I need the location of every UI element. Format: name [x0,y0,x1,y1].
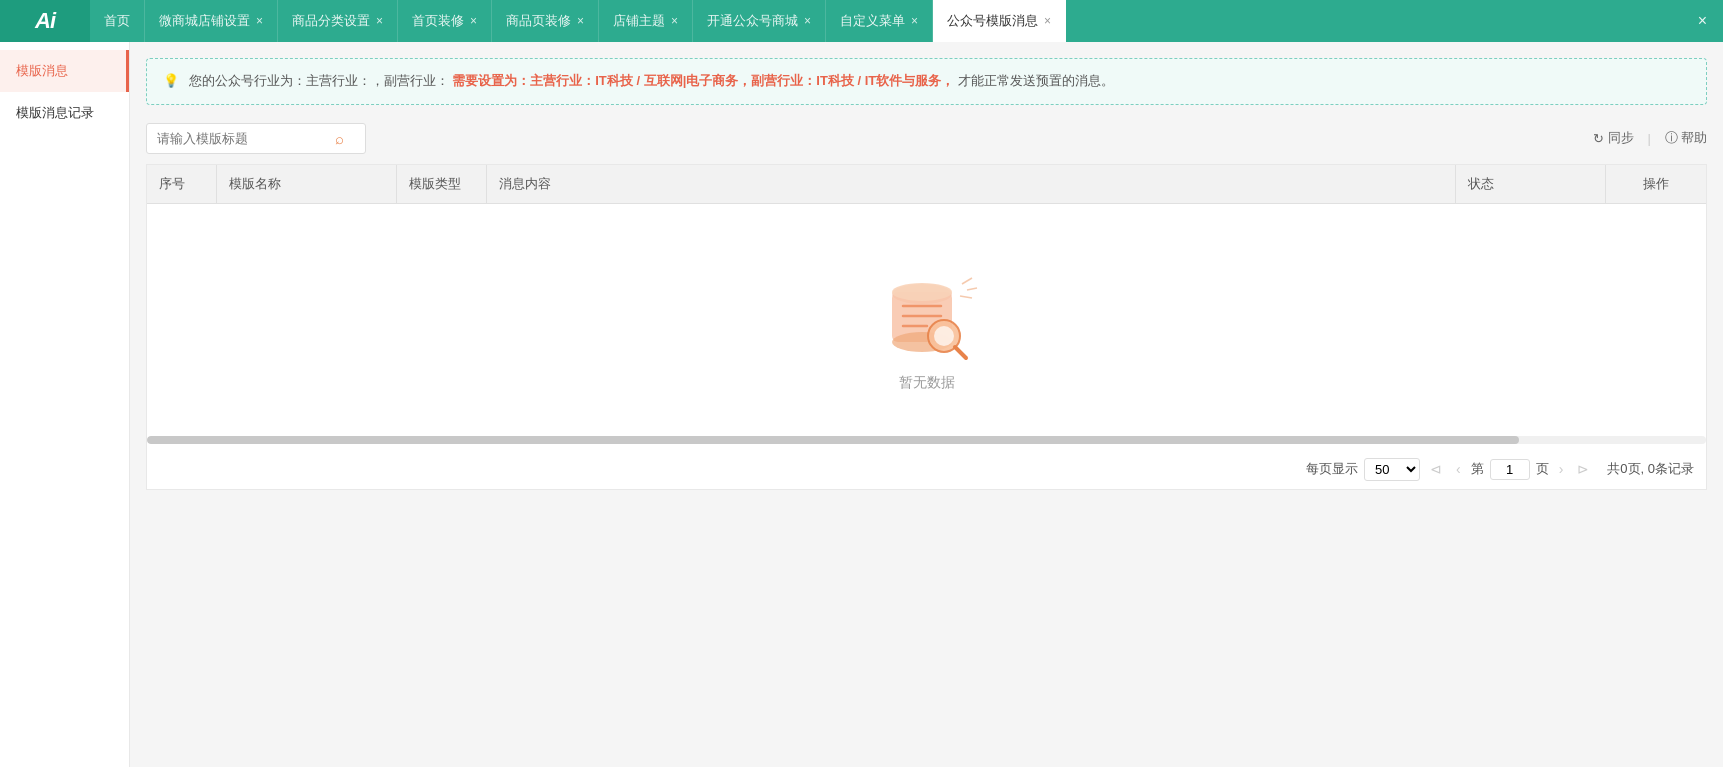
tab-close-shop-settings[interactable]: × [256,14,263,28]
tab-open-mall[interactable]: 开通公众号商城 × [693,0,826,42]
content-area: 💡 您的公众号行业为：主营行业：，副营行业： 需要设置为：主营行业：IT科技 /… [130,42,1723,767]
search-button[interactable]: ⌕ [327,124,352,153]
tab-list: 首页 微商城店铺设置 × 商品分类设置 × 首页装修 × 商品页装修 × 店铺主… [90,0,1682,42]
first-page-button[interactable]: ⊲ [1426,459,1446,479]
tab-custom-menu[interactable]: 自定义菜单 × [826,0,933,42]
th-seq: 序号 [147,165,217,203]
th-type: 模版类型 [397,165,487,203]
last-page-button[interactable]: ⊳ [1573,459,1593,479]
prev-page-button[interactable]: ‹ [1452,459,1465,479]
tab-shop-theme[interactable]: 店铺主题 × [599,0,693,42]
tab-close-home-decor[interactable]: × [470,14,477,28]
tab-close-template-msg[interactable]: × [1044,14,1051,28]
app-logo: Ai [0,0,90,42]
tab-close-product-decor[interactable]: × [577,14,584,28]
search-icon: ⌕ [335,130,344,147]
tab-shop-settings[interactable]: 微商城店铺设置 × [145,0,278,42]
data-table: 序号 模版名称 模版类型 消息内容 状态 操作 [146,164,1707,490]
tab-template-msg[interactable]: 公众号模版消息 × [933,0,1066,42]
search-bar: ⌕ ↻ 同步 | ⓘ 帮助 [146,123,1707,154]
notice-box: 💡 您的公众号行业为：主营行业：，副营行业： 需要设置为：主营行业：IT科技 /… [146,58,1707,105]
topbar-close-button[interactable]: × [1682,0,1723,42]
topbar: Ai 首页 微商城店铺设置 × 商品分类设置 × 首页装修 × 商品页装修 × … [0,0,1723,42]
tab-home[interactable]: 首页 [90,0,145,42]
th-action: 操作 [1606,165,1706,203]
help-icon: ⓘ [1665,129,1678,147]
th-content: 消息内容 [487,165,1456,203]
svg-point-8 [934,326,954,346]
table-header: 序号 模版名称 模版类型 消息内容 状态 操作 [147,165,1706,204]
tab-category-settings[interactable]: 商品分类设置 × [278,0,398,42]
page-number-input[interactable] [1490,459,1530,480]
tab-close-custom-menu[interactable]: × [911,14,918,28]
empty-state: 暂无数据 [147,204,1706,432]
horizontal-scrollbar[interactable] [147,436,1706,444]
search-field-container: ⌕ [146,123,366,154]
sidebar-item-template-msg[interactable]: 模版消息 [0,50,129,92]
svg-line-12 [960,296,972,298]
notice-icon: 💡 [163,73,179,88]
tab-close-open-mall[interactable]: × [804,14,811,28]
sidebar-item-template-records[interactable]: 模版消息记录 [0,92,129,134]
svg-line-9 [955,347,966,358]
toolbar-divider: | [1648,131,1651,146]
tab-home-decor[interactable]: 首页装修 × [398,0,492,42]
tab-close-shop-theme[interactable]: × [671,14,678,28]
tab-close-category-settings[interactable]: × [376,14,383,28]
pagination: 每页显示 50 10 20 100 ⊲ ‹ 第 页 › ⊳ 共0页, 0条记录 [147,448,1706,489]
svg-line-10 [962,278,972,284]
toolbar-right: ↻ 同步 | ⓘ 帮助 [1593,129,1707,147]
page-size-select[interactable]: 50 10 20 100 [1364,458,1420,481]
empty-text: 暂无数据 [899,374,955,392]
th-name: 模版名称 [217,165,397,203]
sync-button[interactable]: ↻ 同步 [1593,129,1634,147]
empty-illustration [872,264,982,374]
help-button[interactable]: ⓘ 帮助 [1665,129,1707,147]
svg-point-3 [892,283,952,301]
sidebar: 模版消息 模版消息记录 [0,42,130,767]
main-layout: 模版消息 模版消息记录 💡 您的公众号行业为：主营行业：，副营行业： 需要设置为… [0,42,1723,767]
next-page-button[interactable]: › [1555,459,1568,479]
sync-icon: ↻ [1593,131,1604,146]
tab-product-decor[interactable]: 商品页装修 × [492,0,599,42]
svg-line-11 [967,288,977,290]
th-status: 状态 [1456,165,1606,203]
search-input[interactable] [147,125,327,152]
scroll-thumb [147,436,1519,444]
